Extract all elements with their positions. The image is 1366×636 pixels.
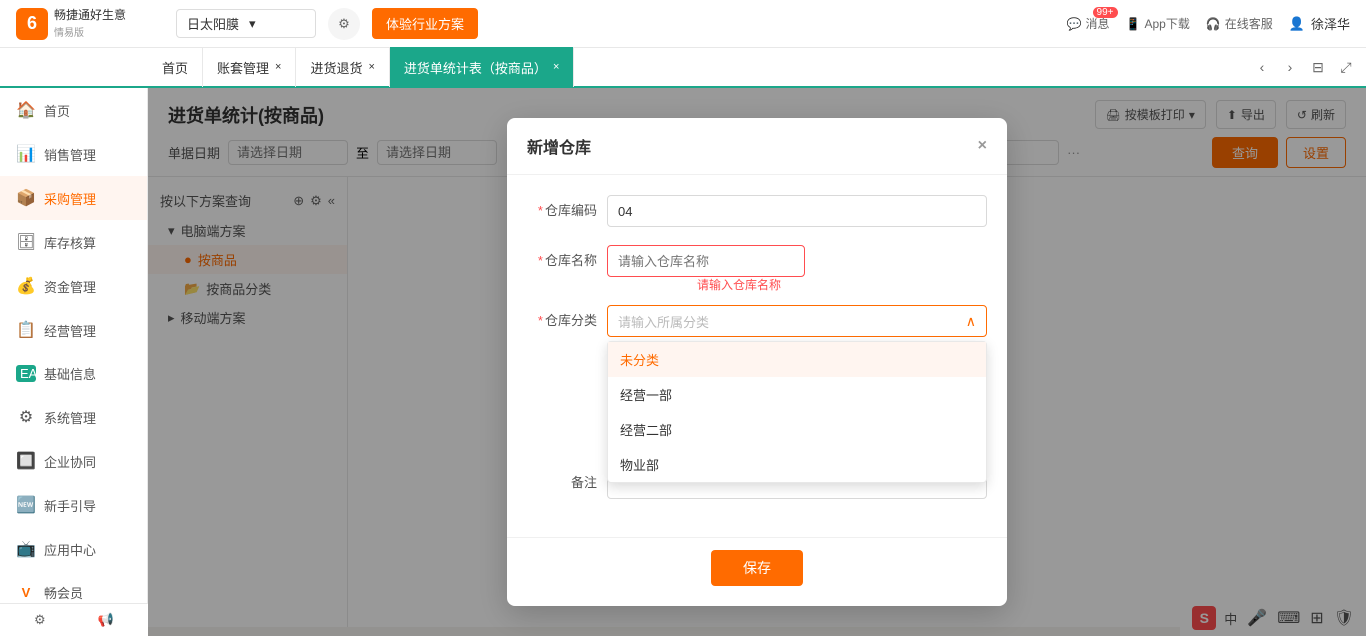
tab-close-account[interactable]: × [275,61,281,73]
sidebar-item-operation[interactable]: 📋 经营管理 [0,308,147,352]
code-label: 仓库编码 [527,195,607,227]
dropdown-item-2[interactable]: 经营二部 [608,412,986,447]
content-area: 进货单统计(按商品) 🖨 按模板打印 ▾ ⬆ 导出 ↺ 刷新 [148,88,1366,636]
inventory-icon: 🗄 [16,232,36,252]
logo-sub: 情易版 [54,24,126,39]
sidebar-item-finance[interactable]: 💰 资金管理 [0,264,147,308]
note-label: 备注 [527,467,607,499]
speaker-icon[interactable]: 📢 [98,612,114,628]
category-dropdown: 未分类 经营一部 经营二部 物业部 [607,341,987,483]
tab-close-return[interactable]: × [368,61,374,73]
form-row-category: 仓库分类 请输入所属分类 ∧ 未分类 经营一部 经营二部 物业 [527,305,987,337]
sidebar-item-inventory[interactable]: 🗄 库存核算 [0,220,147,264]
new-warehouse-dialog: 新增仓库 × 仓库编码 仓库名称 请输入仓库名称 [507,118,1007,606]
cooperation-icon: 🔲 [16,451,36,471]
message-icon: 💬 [1067,17,1082,31]
dropdown-item-0[interactable]: 未分类 [608,342,986,377]
dialog-header: 新增仓库 × [507,118,1007,175]
settings-icon[interactable]: ⚙ [34,612,46,628]
save-button[interactable]: 保存 [711,550,803,586]
sidebar: 🏠 首页 📊 销售管理 📦 采购管理 🗄 库存核算 💰 资金管理 📋 经营管理 … [0,88,148,636]
sidebar-item-purchase[interactable]: 📦 采购管理 [0,176,147,220]
code-input[interactable] [607,195,987,227]
select-arrow-icon: ∧ [966,313,976,330]
sidebar-item-guide[interactable]: 🆕 新手引导 [0,483,147,527]
category-select[interactable]: 请输入所属分类 ∧ [607,305,987,337]
sidebar-item-basic-info[interactable]: EA 基础信息 [0,352,147,395]
category-label: 仓库分类 [527,305,607,337]
form-row-name: 仓库名称 请输入仓库名称 [527,245,987,277]
store-selector[interactable]: 日太阳膜 ▾ [176,9,316,38]
user-avatar-icon: 👤 [1289,16,1305,32]
message-icon-item[interactable]: 💬 消息 99+ [1067,15,1110,32]
modal-overlay: 新增仓库 × 仓库编码 仓库名称 请输入仓库名称 [148,88,1366,636]
gear-button[interactable]: ⚙ [328,8,360,40]
top-icons: 💬 消息 99+ 📱 App下载 🎧 在线客服 👤 徐泽华 [1067,14,1350,33]
sidebar-item-sales[interactable]: 📊 销售管理 [0,132,147,176]
logo-icon: 6 [16,8,48,40]
sidebar-item-apps[interactable]: 📺 应用中心 [0,527,147,571]
sidebar-item-cooperation[interactable]: 🔲 企业协同 [0,439,147,483]
finance-icon: 💰 [16,276,36,296]
logo-area: 6 畅捷通好生意 情易版 [16,8,164,40]
tab-nav-left[interactable]: ‹ [1250,55,1274,79]
tab-purchase-return[interactable]: 进货退货 × [296,47,389,87]
app-download-item[interactable]: 📱 App下载 [1126,15,1190,32]
sidebar-item-home[interactable]: 🏠 首页 [0,88,147,132]
name-input[interactable] [607,245,805,277]
dropdown-item-1[interactable]: 经营一部 [608,377,986,412]
mobile-icon: 📱 [1126,17,1141,31]
dropdown-item-3[interactable]: 物业部 [608,447,986,482]
purchase-icon: 📦 [16,188,36,208]
dialog-body: 仓库编码 仓库名称 请输入仓库名称 仓库分类 [507,175,1007,537]
user-name: 徐泽华 [1311,14,1350,33]
sidebar-bottom: ⚙ 📢 [0,603,148,636]
system-icon: ⚙ [16,407,36,427]
apps-icon: 📺 [16,539,36,559]
tab-expand-btn[interactable]: ⤢ [1334,55,1358,79]
tab-account[interactable]: 账套管理 × [203,47,296,87]
name-label: 仓库名称 [527,245,607,277]
tab-close-stat[interactable]: × [553,61,559,73]
tab-menu-btn[interactable]: ⊟ [1306,55,1330,79]
headset-icon: 🎧 [1206,17,1221,31]
dialog-close-button[interactable]: × [978,137,987,155]
member-icon: V [16,585,36,600]
dialog-footer: 保存 [507,537,1007,606]
message-badge: 99+ [1093,7,1118,18]
form-row-code: 仓库编码 [527,195,987,227]
basic-info-icon: EA [16,365,36,382]
main-layout: 🏠 首页 📊 销售管理 📦 采购管理 🗄 库存核算 💰 资金管理 📋 经营管理 … [0,88,1366,636]
top-bar: 6 畅捷通好生意 情易版 日太阳膜 ▾ ⚙ 体验行业方案 💬 消息 99+ 📱 … [0,0,1366,48]
guide-icon: 🆕 [16,495,36,515]
online-service-item[interactable]: 🎧 在线客服 [1206,15,1273,32]
try-industry-button[interactable]: 体验行业方案 [372,8,478,39]
tab-bar: 首页 账套管理 × 进货退货 × 进货单统计表（按商品） × ‹ › ⊟ ⤢ [0,48,1366,88]
tab-purchase-stat[interactable]: 进货单统计表（按商品） × [390,47,574,87]
user-area[interactable]: 👤 徐泽华 [1289,14,1350,33]
sidebar-item-system[interactable]: ⚙ 系统管理 [0,395,147,439]
tab-right-controls: ‹ › ⊟ ⤢ [1250,55,1366,79]
operation-icon: 📋 [16,320,36,340]
name-error-msg: 请输入仓库名称 [697,276,781,293]
home-icon: 🏠 [16,100,36,120]
tab-home[interactable]: 首页 [148,47,203,87]
sales-icon: 📊 [16,144,36,164]
dialog-title: 新增仓库 [527,134,591,158]
tab-nav-right[interactable]: › [1278,55,1302,79]
logo-text: 畅捷通好生意 [54,8,126,24]
